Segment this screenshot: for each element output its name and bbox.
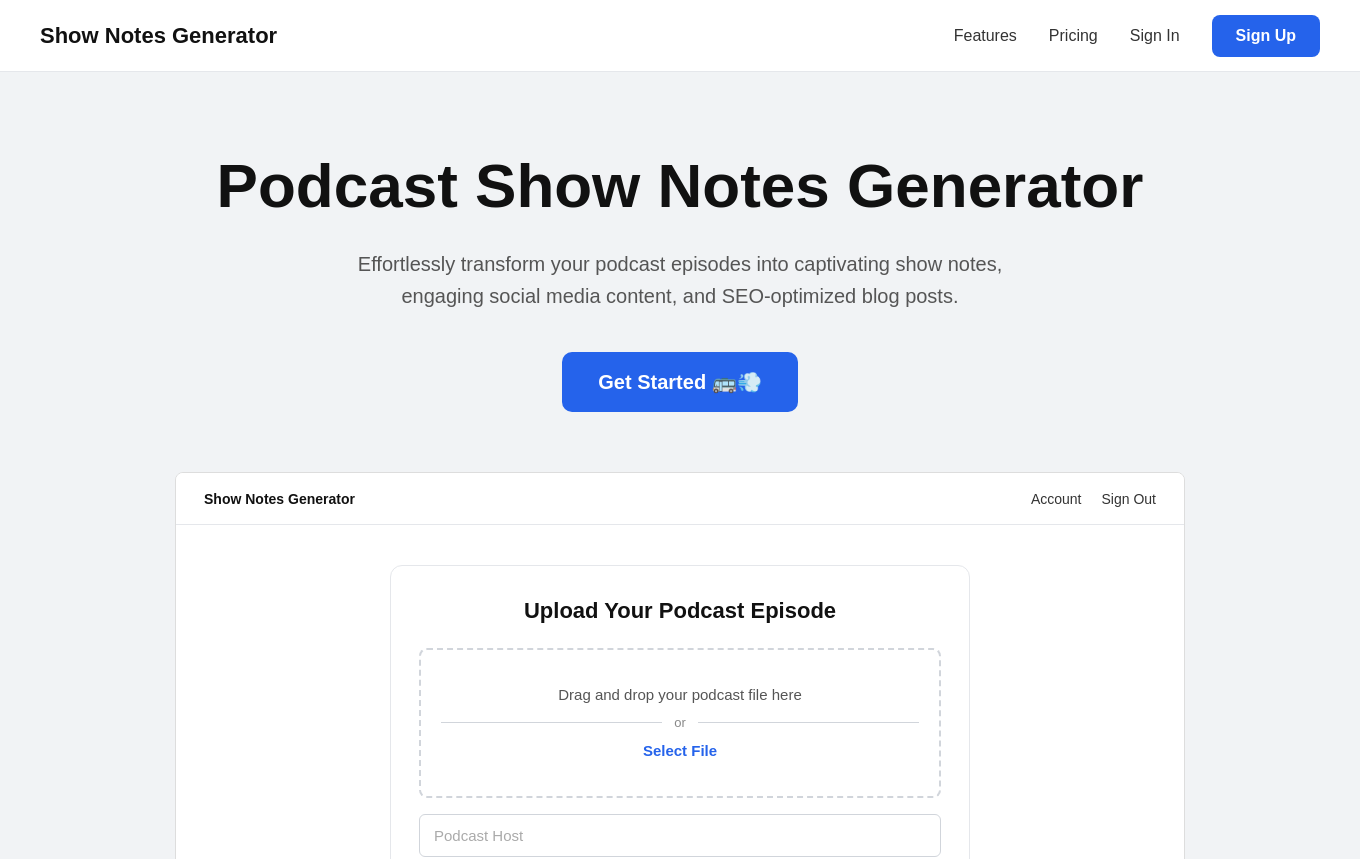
site-logo: Show Notes Generator (40, 23, 277, 49)
select-file-link[interactable]: Select File (643, 742, 717, 759)
dropzone-or-divider: or (441, 715, 919, 730)
hero-section: Podcast Show Notes Generator Effortlessl… (0, 72, 1360, 472)
app-frame: Show Notes Generator Account Sign Out Up… (0, 472, 1360, 859)
upload-card: Upload Your Podcast Episode Drag and dro… (390, 565, 970, 859)
app-navigation: Show Notes Generator Account Sign Out (176, 473, 1184, 525)
hero-subtitle: Effortlessly transform your podcast epis… (340, 248, 1020, 312)
nav-links: Features Pricing Sign In Sign Up (954, 15, 1320, 57)
dropzone-text: Drag and drop your podcast file here (441, 686, 919, 703)
nav-pricing[interactable]: Pricing (1049, 27, 1098, 45)
get-started-button[interactable]: Get Started 🚌💨 (562, 352, 797, 412)
or-line-right (698, 722, 919, 723)
top-navigation: Show Notes Generator Features Pricing Si… (0, 0, 1360, 72)
app-window: Show Notes Generator Account Sign Out Up… (175, 472, 1185, 859)
app-nav-signout[interactable]: Sign Out (1102, 491, 1156, 507)
or-text: or (674, 715, 686, 730)
podcast-host-input[interactable] (419, 814, 941, 857)
hero-title: Podcast Show Notes Generator (40, 152, 1320, 220)
nav-features[interactable]: Features (954, 27, 1017, 45)
file-dropzone[interactable]: Drag and drop your podcast file here or … (419, 648, 941, 798)
nav-signin[interactable]: Sign In (1130, 27, 1180, 45)
signup-button[interactable]: Sign Up (1212, 15, 1320, 57)
or-line-left (441, 722, 662, 723)
app-nav-links: Account Sign Out (1031, 491, 1156, 507)
upload-section: Upload Your Podcast Episode Drag and dro… (176, 525, 1184, 859)
app-nav-account[interactable]: Account (1031, 491, 1082, 507)
upload-card-title: Upload Your Podcast Episode (419, 598, 941, 624)
app-logo: Show Notes Generator (204, 491, 355, 507)
